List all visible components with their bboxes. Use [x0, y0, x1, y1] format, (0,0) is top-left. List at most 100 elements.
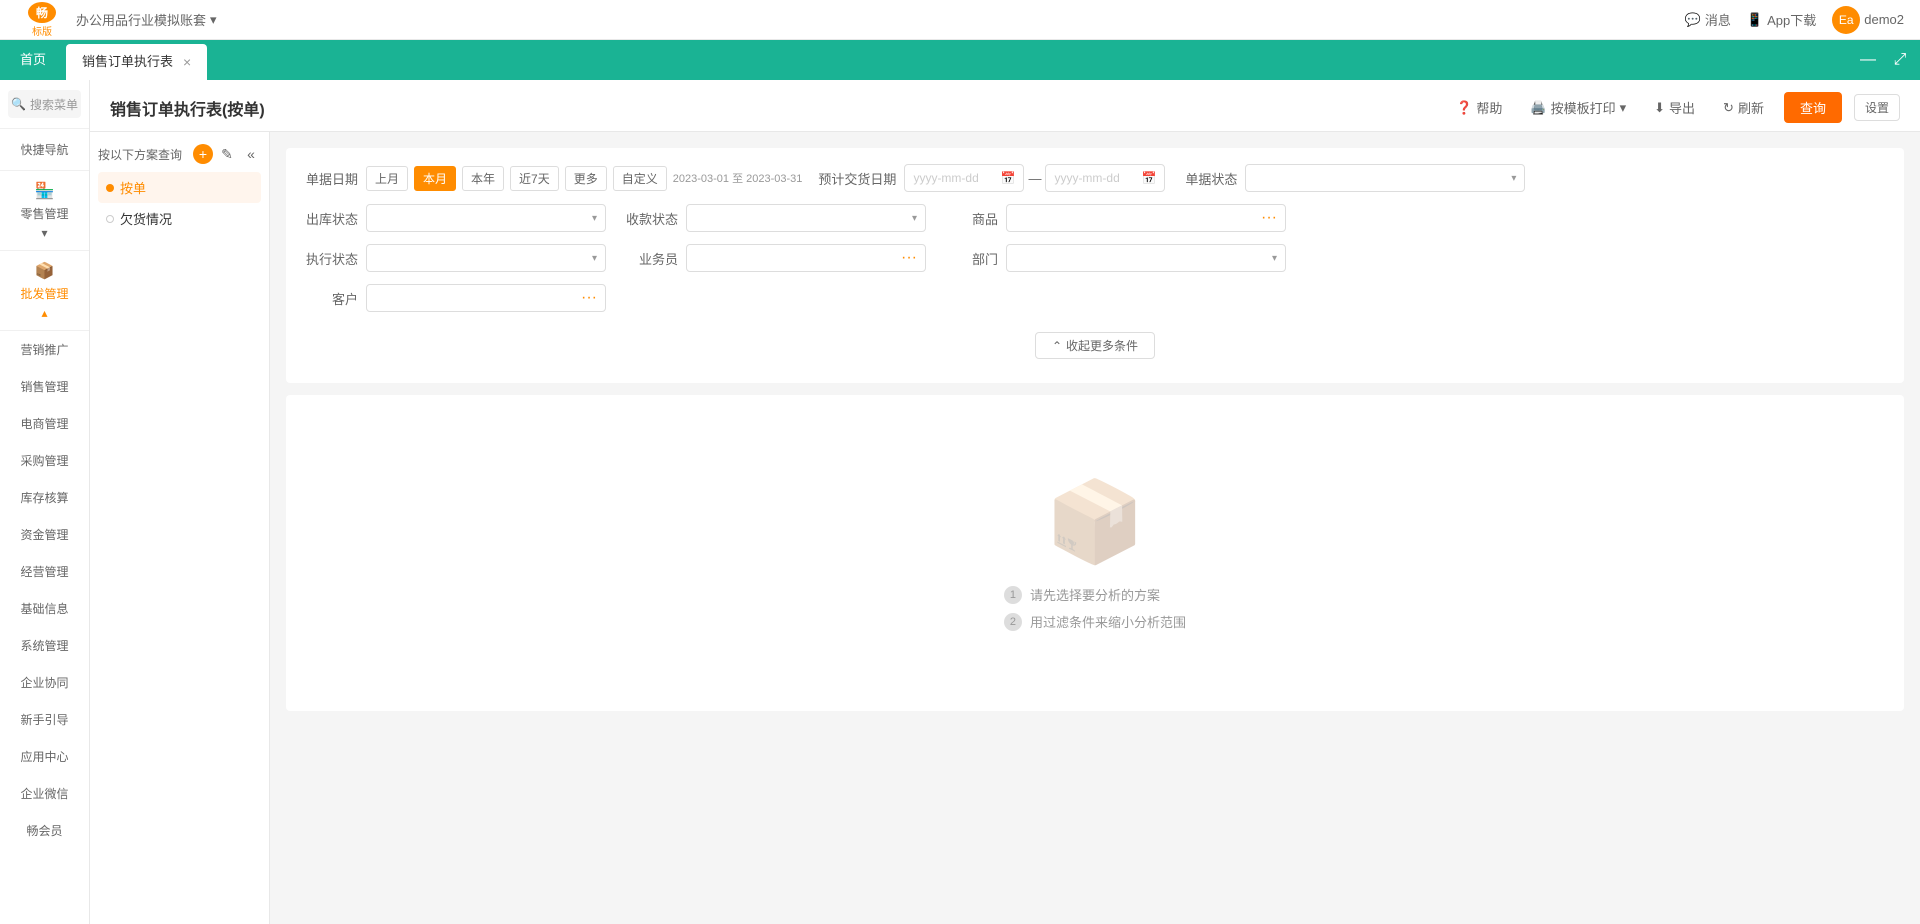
help-btn[interactable]: ❓ 帮助 — [1448, 94, 1510, 121]
calendar-icon-2: 📅 — [1141, 171, 1156, 185]
date-btn-custom[interactable]: 自定义 — [613, 166, 667, 191]
sidebar-item-basic[interactable]: 基础信息 — [0, 590, 89, 627]
delivery-select[interactable]: ▾ — [366, 204, 606, 232]
sidebar-search-section: 🔍 搜索菜单 — [0, 80, 89, 129]
sidebar-item-inventory[interactable]: 库存核算 — [0, 479, 89, 516]
customer-dots-btn[interactable]: ··· — [581, 289, 597, 307]
date-btn-7days[interactable]: 近7天 — [510, 166, 559, 191]
refresh-btn[interactable]: ↻ 刷新 — [1715, 94, 1772, 121]
empty-state: 📦 1 请先选择要分析的方案 2 用过滤条件来缩小分析范围 — [286, 395, 1904, 711]
sidebar-item-wholesale-label: 批发管理 — [20, 285, 68, 302]
status-select[interactable]: ▾ — [1245, 164, 1525, 192]
salesperson-input[interactable]: ··· — [686, 244, 926, 272]
sidebar-item-marketing[interactable]: 营销推广 — [0, 331, 89, 368]
print-btn[interactable]: 🖨️ 按模板打印 ▾ — [1522, 94, 1634, 121]
panel-item-by-order-label: 按单 — [120, 178, 146, 197]
filter-item-date: 单据日期 上月 本月 本年 近7天 更多 自定义 2023-03-01 至 20… — [302, 166, 802, 191]
tip-num-2: 2 — [1004, 613, 1022, 631]
page-selector-label[interactable]: 办公用品行业模拟账套 — [76, 10, 206, 29]
minimize-btn[interactable]: — — [1856, 48, 1880, 72]
sidebar-item-enterprise[interactable]: 企业协同 — [0, 664, 89, 701]
sidebar-quick-nav[interactable]: 快捷导航 — [0, 137, 89, 162]
date-label: 单据日期 — [302, 169, 358, 188]
sidebar-item-finance[interactable]: 资金管理 — [0, 516, 89, 553]
print-caret[interactable]: ▾ — [1620, 100, 1627, 116]
panel-item-shortage-label: 欠货情况 — [120, 209, 172, 228]
collapse-btn[interactable]: ⌃ 收起更多条件 — [1035, 332, 1155, 359]
date-to-input[interactable]: yyyy-mm-dd 📅 — [1045, 164, 1165, 192]
sidebar: 🔍 搜索菜单 快捷导航 🏪 零售管理 ▾ 📦 批发管理 ▴ 营销推广 销售管 — [0, 80, 90, 924]
date-btn-last-month[interactable]: 上月 — [366, 166, 408, 191]
product-input[interactable]: ··· — [1006, 204, 1286, 232]
sidebar-item-vip-label: 畅会员 — [26, 822, 62, 839]
sidebar-item-vip[interactable]: 畅会员 — [0, 812, 89, 849]
filter-item-delivery: 出库状态 ▾ — [302, 204, 606, 232]
collapse-panel-btn[interactable]: « — [241, 144, 261, 164]
sidebar-group-wholesale: 📦 批发管理 ▴ — [0, 251, 89, 331]
panel-item-shortage[interactable]: 欠货情况 — [98, 203, 261, 234]
salesperson-dots-btn[interactable]: ··· — [901, 249, 917, 267]
message-btn[interactable]: 💬 消息 — [1685, 10, 1731, 29]
product-label: 商品 — [942, 209, 998, 228]
panel-header-label: 按以下方案查询 — [98, 146, 182, 163]
payment-select[interactable]: ▾ — [686, 204, 926, 232]
sidebar-item-system[interactable]: 系统管理 — [0, 627, 89, 664]
page-selector-caret[interactable]: ▾ — [210, 12, 217, 28]
panel-header: 按以下方案查询 + ✎ « — [98, 144, 261, 164]
sidebar-item-purchase[interactable]: 采购管理 — [0, 442, 89, 479]
panel-item-by-order[interactable]: 按单 — [98, 172, 261, 203]
settings-btn[interactable]: 设置 — [1854, 94, 1900, 121]
sidebar-item-ecommerce[interactable]: 电商管理 — [0, 405, 89, 442]
add-plan-btn[interactable]: + — [193, 144, 213, 164]
sidebar-item-wholesale[interactable]: 📦 批发管理 ▴ — [0, 251, 89, 330]
left-panel: 按以下方案查询 + ✎ « 按单 欠货情况 — [90, 132, 270, 924]
sidebar-item-management[interactable]: 经营管理 — [0, 553, 89, 590]
expected-date-label: 预计交货日期 — [818, 169, 896, 188]
export-btn[interactable]: ⬇ 导出 — [1646, 94, 1703, 121]
exec-select[interactable]: ▾ — [366, 244, 606, 272]
user-profile[interactable]: Ea demo2 — [1832, 6, 1904, 34]
tab-close-btn[interactable]: × — [183, 44, 191, 80]
sidebar-item-appcenter[interactable]: 应用中心 — [0, 738, 89, 775]
sidebar-item-enterprise-label: 企业协同 — [20, 674, 68, 691]
delivery-label: 出库状态 — [302, 209, 358, 228]
product-dots-btn[interactable]: ··· — [1261, 209, 1277, 227]
date-btn-this-year[interactable]: 本年 — [462, 166, 504, 191]
sidebar-item-basic-label: 基础信息 — [20, 600, 68, 617]
logo-icon: 畅 — [28, 2, 56, 23]
sidebar-item-sales[interactable]: 销售管理 — [0, 368, 89, 405]
retail-icon: 🏪 — [35, 181, 55, 201]
date-from-input[interactable]: yyyy-mm-dd 📅 — [904, 164, 1024, 192]
date-btn-this-month[interactable]: 本月 — [414, 166, 456, 191]
logo-subtitle: 标版 — [32, 23, 52, 38]
sidebar-item-weixin[interactable]: 企业微信 — [0, 775, 89, 812]
date-btn-more[interactable]: 更多 — [565, 166, 607, 191]
sidebar-item-retail-label: 零售管理 — [20, 205, 68, 222]
user-label: demo2 — [1864, 12, 1904, 27]
status-label: 单据状态 — [1181, 169, 1237, 188]
customer-input[interactable]: ··· — [366, 284, 606, 312]
filter-row-delivery: 出库状态 ▾ 收款状态 ▾ — [302, 204, 1888, 232]
tab-active[interactable]: 销售订单执行表 × — [66, 44, 207, 80]
sidebar-item-management-label: 经营管理 — [20, 563, 68, 580]
sidebar-item-newuser[interactable]: 新手引导 — [0, 701, 89, 738]
wholesale-caret: ▴ — [41, 306, 47, 320]
dept-select[interactable]: ▾ — [1006, 244, 1286, 272]
search-menu-btn[interactable]: 🔍 搜索菜单 — [8, 90, 81, 118]
query-btn[interactable]: 查询 — [1784, 92, 1842, 123]
app-download-btn[interactable]: 📱 App下载 — [1747, 10, 1816, 29]
date-range-picker: yyyy-mm-dd 📅 — yyyy-mm-dd 📅 — [904, 164, 1165, 192]
maximize-btn[interactable]: ⤢ — [1888, 48, 1912, 72]
logo[interactable]: 畅 标版 — [16, 2, 68, 38]
collapse-icon: ⌃ — [1052, 339, 1062, 353]
status-caret: ▾ — [1511, 173, 1516, 184]
filter-item-customer: 客户 ··· — [302, 284, 606, 312]
panel-header-icons: + ✎ « — [193, 144, 261, 164]
right-panel: 单据日期 上月 本月 本年 近7天 更多 自定义 2023-03-01 至 20… — [270, 132, 1920, 924]
sidebar-item-retail[interactable]: 🏪 零售管理 ▾ — [0, 171, 89, 250]
active-dot — [106, 184, 114, 192]
tab-home[interactable]: 首页 — [0, 40, 66, 80]
collapse-label: 收起更多条件 — [1066, 337, 1138, 354]
edit-plan-btn[interactable]: ✎ — [217, 144, 237, 164]
sidebar-item-appcenter-label: 应用中心 — [20, 748, 68, 765]
